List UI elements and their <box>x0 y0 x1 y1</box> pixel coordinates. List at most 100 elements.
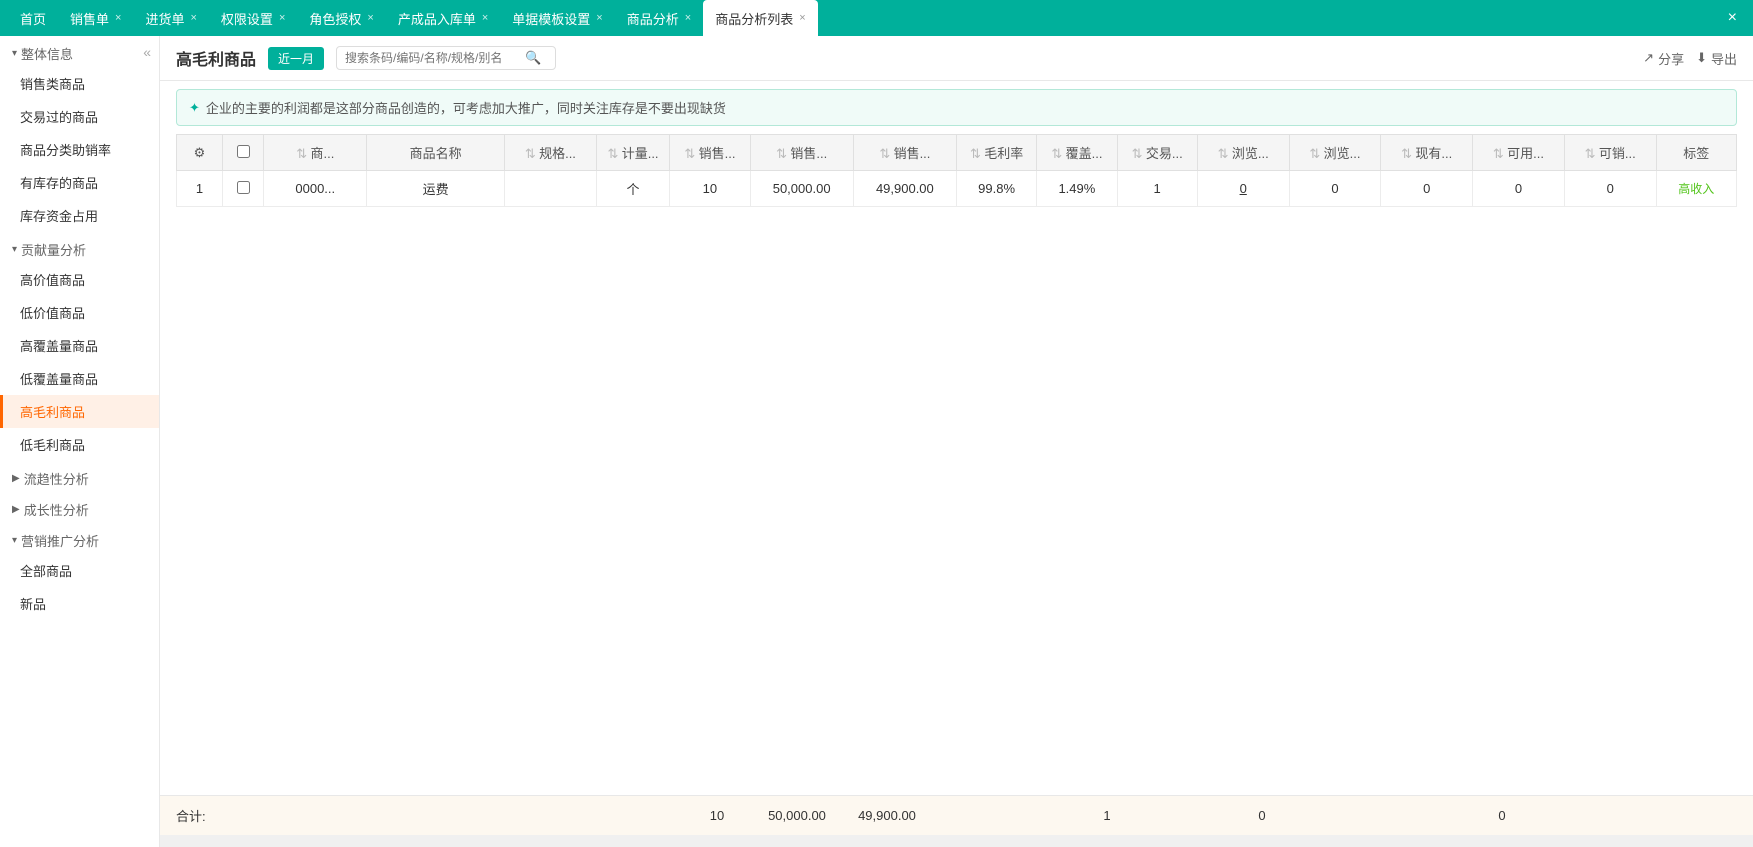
table-wrapper[interactable]: ⚙ ⇅ 商... 商品名称 ⇅ <box>176 134 1737 795</box>
close-icon[interactable]: × <box>482 12 488 24</box>
footer-avail <box>1382 804 1462 827</box>
tab-product-in[interactable]: 产成品入库单 × <box>386 0 500 36</box>
tab-role[interactable]: 角色授权 × <box>297 0 385 36</box>
row-browse2: 0 <box>1289 171 1381 207</box>
col-header-sale-amt[interactable]: ⇅ 销售... <box>750 135 853 171</box>
footer-sale-qty: 10 <box>682 804 752 827</box>
sidebar-item-in-stock[interactable]: 有库存的商品 <box>0 166 159 199</box>
tab-home[interactable]: 首页 <box>8 0 58 36</box>
footer-spec <box>542 804 622 827</box>
search-icon[interactable]: 🔍 <box>525 50 541 66</box>
footer-label: 合计: <box>176 806 256 825</box>
search-box[interactable]: 🔍 <box>336 46 556 70</box>
sidebar-group-trend[interactable]: ▶ 流趋性分析 <box>0 461 159 492</box>
sort-icon: ⇅ <box>970 146 981 161</box>
sort-icon: ⇅ <box>879 146 890 161</box>
sidebar-item-high-coverage[interactable]: 高覆盖量商品 <box>0 329 159 362</box>
col-header-tag: 标签 <box>1656 135 1736 171</box>
sidebar-item-low-margin[interactable]: 低毛利商品 <box>0 428 159 461</box>
tab-analysis-list[interactable]: 商品分析列表 × <box>703 0 817 36</box>
sidebar-item-traded-goods[interactable]: 交易过的商品 <box>0 100 159 133</box>
close-icon[interactable]: × <box>190 12 196 24</box>
col-header-name[interactable]: 商品名称 <box>367 135 505 171</box>
col-header-browse2[interactable]: ⇅ 浏览... <box>1289 135 1381 171</box>
row-num: 1 <box>177 171 223 207</box>
tab-permission[interactable]: 权限设置 × <box>209 0 297 36</box>
row-check <box>222 171 263 207</box>
close-icon[interactable]: × <box>279 12 285 24</box>
row-spec <box>505 171 597 207</box>
close-all-button[interactable]: × <box>1720 9 1745 27</box>
sidebar-item-sales-goods[interactable]: 销售类商品 <box>0 67 159 100</box>
sidebar-item-high-margin[interactable]: 高毛利商品 <box>0 395 159 428</box>
col-header-cover[interactable]: ⇅ 覆盖... <box>1037 135 1117 171</box>
sidebar-item-low-coverage[interactable]: 低覆盖量商品 <box>0 362 159 395</box>
tab-purchase[interactable]: 进货单 × <box>133 0 208 36</box>
settings-icon[interactable]: ⚙ <box>194 145 206 160</box>
sidebar-group-growth[interactable]: ▶ 成长性分析 <box>0 492 159 523</box>
row-sale-amt: 50,000.00 <box>750 171 853 207</box>
sidebar-item-high-value[interactable]: 高价值商品 <box>0 263 159 296</box>
info-bar: ✦ 企业的主要的利润都是这部分商品创造的，可考虑加大推广，同时关注库存是不要出现… <box>176 89 1737 126</box>
sidebar-group-overall[interactable]: ▾ 整体信息 <box>0 36 159 67</box>
sidebar-item-all-goods[interactable]: 全部商品 <box>0 554 159 587</box>
footer-num <box>256 804 296 827</box>
col-header-sale-qty[interactable]: ⇅ 销售... <box>670 135 750 171</box>
horizontal-scrollbar[interactable] <box>160 835 1753 847</box>
period-button[interactable]: 近一月 <box>268 47 324 70</box>
sidebar-item-stock-capital[interactable]: 库存资金占用 <box>0 199 159 232</box>
sort-icon: ⇅ <box>1585 146 1596 161</box>
col-header-code[interactable]: ⇅ 商... <box>264 135 367 171</box>
sidebar-group-contribution[interactable]: ▾ 贡献量分析 <box>0 232 159 263</box>
sidebar-collapse-button[interactable]: « <box>143 44 151 60</box>
close-icon[interactable]: × <box>685 12 691 24</box>
col-header-unit[interactable]: ⇅ 计量... <box>596 135 670 171</box>
col-header-browse1[interactable]: ⇅ 浏览... <box>1197 135 1289 171</box>
footer-name <box>422 804 542 827</box>
share-button[interactable]: ↗ 分享 <box>1643 49 1684 68</box>
header-actions: ↗ 分享 ⬇ 导出 <box>1643 49 1737 68</box>
row-cover: 1.49% <box>1037 171 1117 207</box>
col-header-num: ⚙ <box>177 135 223 171</box>
col-header-sale-profit[interactable]: ⇅ 销售... <box>853 135 956 171</box>
col-header-spec[interactable]: ⇅ 规格... <box>505 135 597 171</box>
chevron-down-icon: ▾ <box>12 48 17 59</box>
sort-icon: ⇅ <box>1401 146 1412 161</box>
close-icon[interactable]: × <box>596 12 602 24</box>
info-text: 企业的主要的利润都是这部分商品创造的，可考虑加大推广，同时关注库存是不要出现缺货 <box>206 98 726 117</box>
close-icon[interactable]: × <box>367 12 373 24</box>
row-tag: 高收入 <box>1656 171 1736 207</box>
sidebar-item-low-value[interactable]: 低价值商品 <box>0 296 159 329</box>
search-input[interactable] <box>345 51 525 65</box>
row-unit: 个 <box>596 171 670 207</box>
col-header-stock[interactable]: ⇅ 现有... <box>1381 135 1473 171</box>
sidebar-item-category-rate[interactable]: 商品分类助销率 <box>0 133 159 166</box>
sidebar-group-marketing[interactable]: ▾ 营销推广分析 <box>0 523 159 554</box>
footer-stock <box>1302 804 1382 827</box>
sidebar-item-new-goods[interactable]: 新品 <box>0 587 159 620</box>
footer-cells: 10 50,000.00 49,900.00 1 0 0 <box>256 804 1737 827</box>
main-layout: « ▾ 整体信息 销售类商品 交易过的商品 商品分类助销率 有库存的商品 库存资… <box>0 36 1753 847</box>
tag-badge: 高收入 <box>1678 182 1714 196</box>
close-icon[interactable]: × <box>115 12 121 24</box>
select-all-checkbox[interactable] <box>237 145 250 158</box>
col-header-sellable[interactable]: ⇅ 可销... <box>1564 135 1656 171</box>
col-header-gross-rate[interactable]: ⇅ 毛利率 <box>956 135 1036 171</box>
row-checkbox[interactable] <box>237 181 250 194</box>
data-table: ⚙ ⇅ 商... 商品名称 ⇅ <box>176 134 1737 207</box>
export-button[interactable]: ⬇ 导出 <box>1696 49 1737 68</box>
footer-trade: 1 <box>1072 804 1142 827</box>
browse1-link[interactable]: 0 <box>1240 181 1247 196</box>
sort-icon: ⇅ <box>525 146 536 161</box>
tab-template[interactable]: 单据模板设置 × <box>500 0 614 36</box>
tab-sales[interactable]: 销售单 × <box>58 0 133 36</box>
footer-sale-amt: 50,000.00 <box>752 804 842 827</box>
row-browse1[interactable]: 0 <box>1197 171 1289 207</box>
tab-analysis[interactable]: 商品分析 × <box>615 0 703 36</box>
col-header-trade[interactable]: ⇅ 交易... <box>1117 135 1197 171</box>
page-title: 高毛利商品 <box>176 46 256 70</box>
close-icon[interactable]: × <box>799 12 805 24</box>
info-icon: ✦ <box>189 100 200 116</box>
row-name: 运费 <box>367 171 505 207</box>
col-header-avail[interactable]: ⇅ 可用... <box>1473 135 1565 171</box>
